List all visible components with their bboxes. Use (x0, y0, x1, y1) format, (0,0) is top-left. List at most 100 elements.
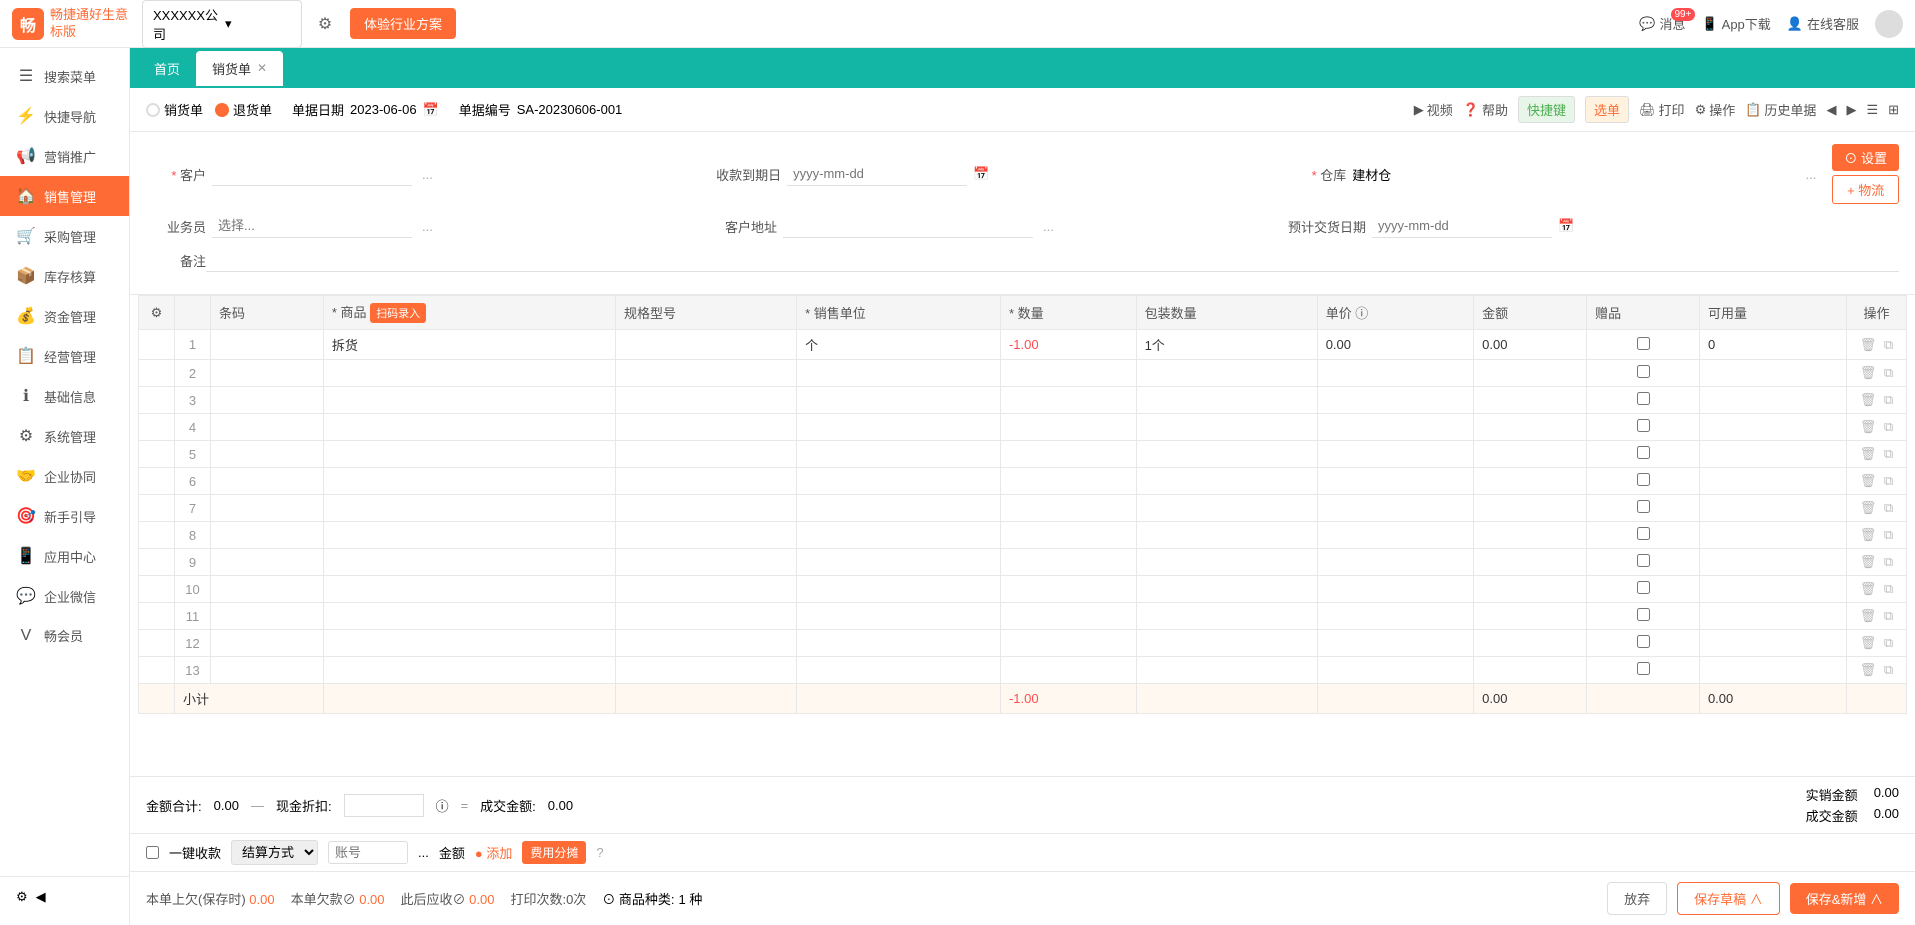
row-product-12[interactable] (323, 657, 615, 684)
row-product-7[interactable] (323, 522, 615, 549)
radio-sales[interactable]: 销货单 (146, 100, 203, 119)
row-product-5[interactable] (323, 468, 615, 495)
row-pkg-qty-8[interactable] (1136, 549, 1317, 576)
delete-icon-5[interactable]: 🗑 (1860, 473, 1877, 488)
due-date-input[interactable] (787, 162, 967, 186)
row-spec-9[interactable] (615, 576, 796, 603)
row-price-6[interactable] (1317, 495, 1473, 522)
row-pkg-qty-0[interactable]: 1个 (1136, 330, 1317, 360)
row-qty-5[interactable] (1000, 468, 1136, 495)
row-spec-7[interactable] (615, 522, 796, 549)
customer-dots[interactable]: ... (422, 167, 433, 182)
tab-sales-order[interactable]: 销货单 ✕ (196, 51, 283, 86)
warehouse-dots[interactable]: ... (1806, 167, 1817, 182)
remarks-input[interactable] (206, 248, 1899, 272)
row-qty-2[interactable] (1000, 387, 1136, 414)
row-spec-5[interactable] (615, 468, 796, 495)
row-gift-1[interactable] (1587, 360, 1700, 387)
sidebar-item-search[interactable]: ☰ 搜索菜单 (0, 56, 129, 96)
row-spec-0[interactable] (615, 330, 796, 360)
row-product-11[interactable] (323, 630, 615, 657)
customer-address-dots[interactable]: ... (1043, 219, 1054, 234)
row-unit-10[interactable] (797, 603, 1001, 630)
due-date-calendar-icon[interactable]: 📅 (973, 166, 989, 182)
row-qty-7[interactable] (1000, 522, 1136, 549)
row-barcode-9[interactable] (211, 576, 324, 603)
copy-icon-3[interactable]: ⧉ (1884, 419, 1893, 434)
row-product-1[interactable] (323, 360, 615, 387)
row-barcode-6[interactable] (211, 495, 324, 522)
copy-icon-5[interactable]: ⧉ (1884, 473, 1893, 488)
row-gift-5[interactable] (1587, 468, 1700, 495)
sidebar-settings-icon[interactable]: ⚙ (16, 889, 28, 905)
row-price-8[interactable] (1317, 549, 1473, 576)
row-unit-1[interactable] (797, 360, 1001, 387)
row-qty-1[interactable] (1000, 360, 1136, 387)
row-product-10[interactable] (323, 603, 615, 630)
row-amount-1[interactable] (1474, 360, 1587, 387)
row-unit-4[interactable] (797, 441, 1001, 468)
delete-icon-2[interactable]: 🗑 (1860, 392, 1877, 407)
copy-icon-6[interactable]: ⧉ (1884, 500, 1893, 515)
row-unit-6[interactable] (797, 495, 1001, 522)
delete-icon-3[interactable]: 🗑 (1860, 419, 1877, 434)
row-price-7[interactable] (1317, 522, 1473, 549)
row-barcode-12[interactable] (211, 657, 324, 684)
row-barcode-7[interactable] (211, 522, 324, 549)
copy-icon-7[interactable]: ⧉ (1884, 527, 1893, 542)
settings-button[interactable]: ⊙ 设置 (1832, 144, 1899, 171)
row-qty-12[interactable] (1000, 657, 1136, 684)
delete-icon-8[interactable]: 🗑 (1860, 554, 1877, 569)
sidebar-item-vip[interactable]: V 畅会员 (0, 616, 129, 655)
row-barcode-0[interactable] (211, 330, 324, 360)
row-product-6[interactable] (323, 495, 615, 522)
row-gift-0[interactable] (1587, 330, 1700, 360)
row-product-4[interactable] (323, 441, 615, 468)
row-barcode-8[interactable] (211, 549, 324, 576)
row-barcode-4[interactable] (211, 441, 324, 468)
bank-account-input[interactable] (328, 841, 408, 864)
row-unit-7[interactable] (797, 522, 1001, 549)
row-product-9[interactable] (323, 576, 615, 603)
one-click-pay-checkbox[interactable] (146, 846, 159, 859)
expected-date-calendar-icon[interactable]: 📅 (1558, 218, 1574, 234)
row-gift-11[interactable] (1587, 630, 1700, 657)
sidebar-item-operations[interactable]: 📋 经营管理 (0, 336, 129, 376)
row-amount-3[interactable] (1474, 414, 1587, 441)
row-gift-10[interactable] (1587, 603, 1700, 630)
row-spec-2[interactable] (615, 387, 796, 414)
row-qty-0[interactable]: -1.00 (1000, 330, 1136, 360)
row-barcode-2[interactable] (211, 387, 324, 414)
customer-address-input[interactable] (783, 214, 1033, 238)
row-qty-9[interactable] (1000, 576, 1136, 603)
toolbar-print[interactable]: 🖨 打印 (1639, 100, 1685, 119)
sidebar-item-guide[interactable]: 🎯 新手引导 (0, 496, 129, 536)
row-amount-5[interactable] (1474, 468, 1587, 495)
row-pkg-qty-6[interactable] (1136, 495, 1317, 522)
row-barcode-5[interactable] (211, 468, 324, 495)
row-unit-0[interactable]: 个 (797, 330, 1001, 360)
copy-icon-12[interactable]: ⧉ (1884, 662, 1893, 677)
delete-icon-1[interactable]: 🗑 (1860, 365, 1877, 380)
logistics-button[interactable]: + 物流 (1832, 175, 1899, 204)
col-header-settings[interactable]: ⚙ (139, 296, 175, 330)
row-amount-7[interactable] (1474, 522, 1587, 549)
row-pkg-qty-12[interactable] (1136, 657, 1317, 684)
sidebar-item-system[interactable]: ⚙ 系统管理 (0, 416, 129, 456)
row-spec-8[interactable] (615, 549, 796, 576)
sidebar-item-inventory[interactable]: 📦 库存核算 (0, 256, 129, 296)
sidebar-item-wechat[interactable]: 💬 企业微信 (0, 576, 129, 616)
toolbar-help[interactable]: ❓ 帮助 (1463, 100, 1508, 119)
sidebar-collapse-icon[interactable]: ◀ (36, 889, 46, 905)
row-pkg-qty-10[interactable] (1136, 603, 1317, 630)
row-price-5[interactable] (1317, 468, 1473, 495)
delete-icon-12[interactable]: 🗑 (1860, 662, 1877, 677)
row-gift-8[interactable] (1587, 549, 1700, 576)
row-pkg-qty-2[interactable] (1136, 387, 1317, 414)
copy-icon-8[interactable]: ⧉ (1884, 554, 1893, 569)
row-spec-3[interactable] (615, 414, 796, 441)
row-pkg-qty-1[interactable] (1136, 360, 1317, 387)
row-amount-8[interactable] (1474, 549, 1587, 576)
online-service-item[interactable]: 👤 在线客服 (1787, 14, 1859, 33)
row-pkg-qty-7[interactable] (1136, 522, 1317, 549)
